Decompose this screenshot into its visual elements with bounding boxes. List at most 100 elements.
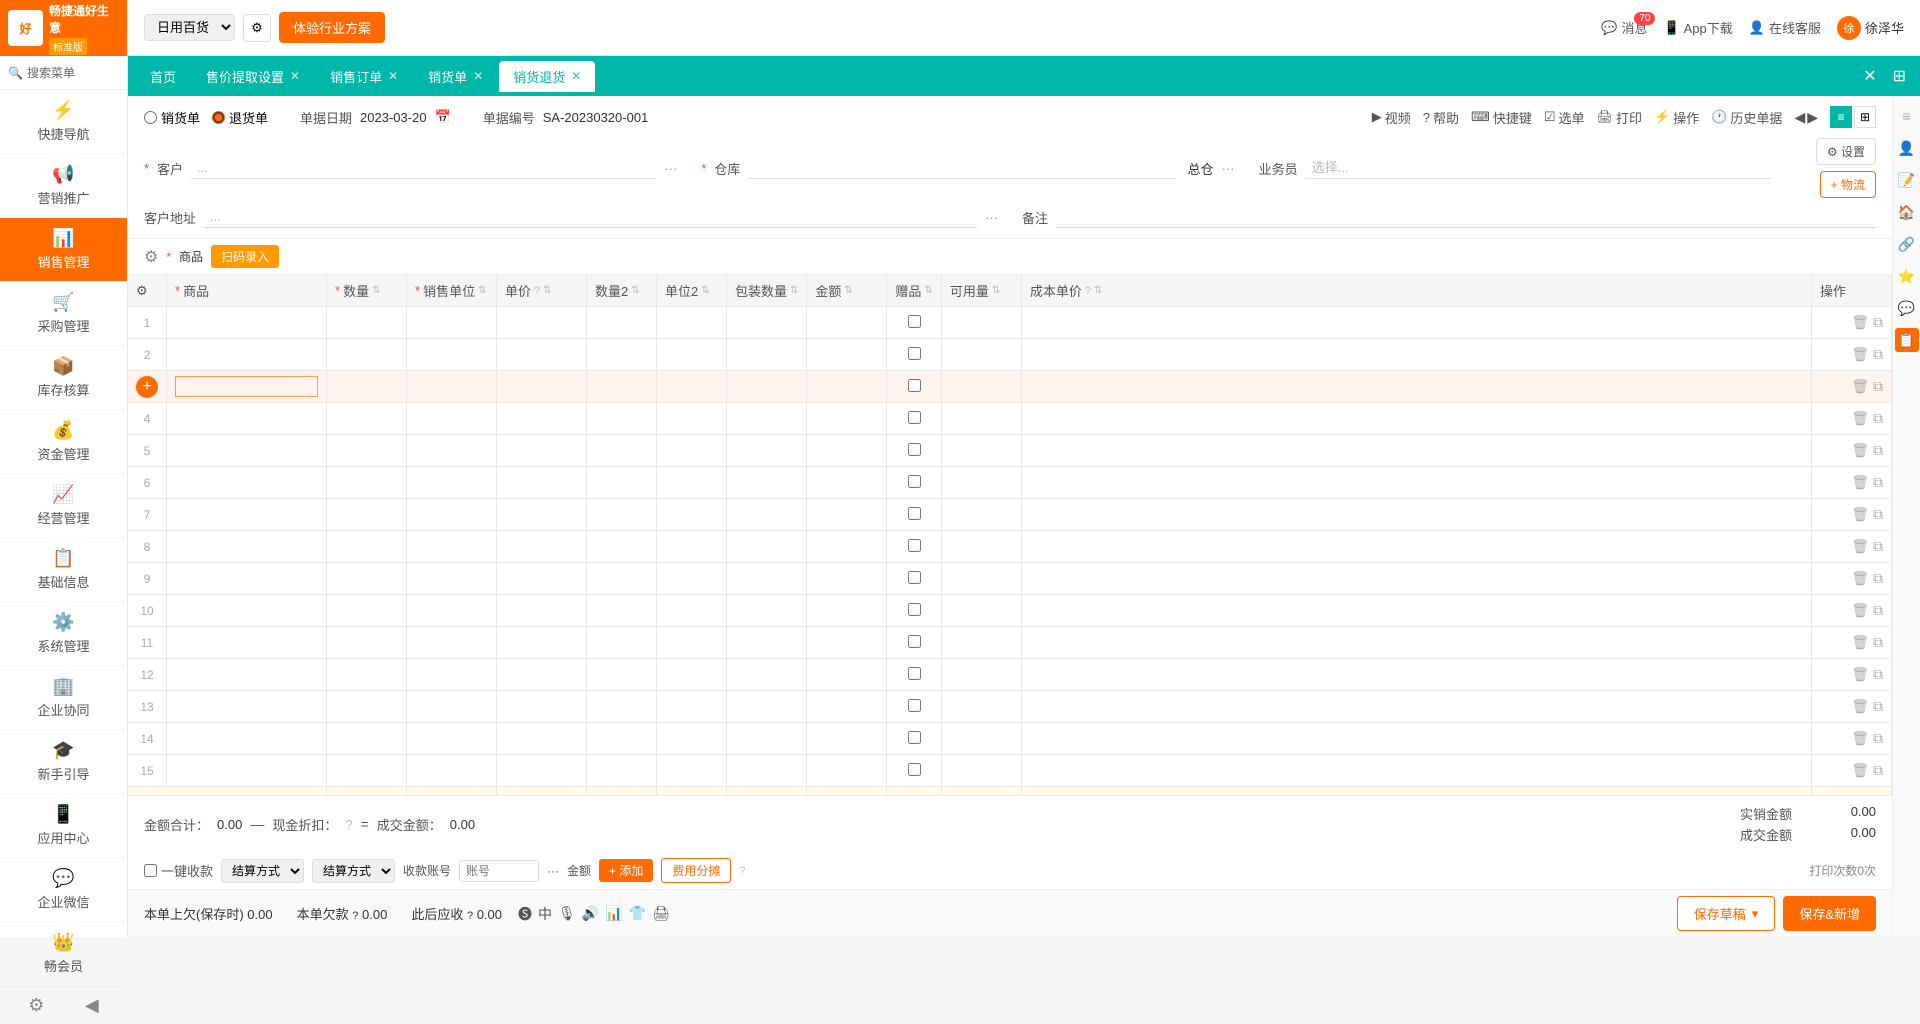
staff-input[interactable]: [1306, 157, 1771, 179]
account-input[interactable]: [459, 860, 539, 882]
right-icon-1[interactable]: ≡: [1895, 104, 1919, 128]
print-btn[interactable]: 🖨 打印: [1597, 108, 1643, 127]
right-icon-7[interactable]: 💬: [1895, 296, 1919, 320]
copy-row-btn[interactable]: ⧉: [1873, 538, 1883, 555]
address-input[interactable]: [204, 206, 977, 228]
tab-sales[interactable]: 销货单 ✕: [414, 61, 497, 92]
warehouse-picker[interactable]: ···: [1222, 161, 1235, 176]
tab-sales-return[interactable]: 销货退货 ✕: [499, 61, 595, 92]
prev-record[interactable]: ◀: [1794, 109, 1805, 126]
tab-home[interactable]: 首页: [136, 61, 190, 92]
customer-picker[interactable]: ···: [664, 161, 677, 176]
app-download-button[interactable]: 📱 App下载: [1663, 18, 1732, 37]
debt-help[interactable]: ?: [352, 910, 358, 922]
cash-discount-help[interactable]: ?: [345, 817, 352, 832]
view-grid[interactable]: ⊞: [1854, 106, 1876, 128]
tab-close-sales[interactable]: ✕: [473, 69, 483, 83]
copy-row-btn[interactable]: ⧉: [1873, 698, 1883, 715]
delete-row-btn[interactable]: 🗑: [1851, 346, 1869, 363]
tab-sales-order[interactable]: 销售订单 ✕: [316, 61, 412, 92]
message-button[interactable]: 💬 消息 70: [1601, 18, 1647, 37]
sidebar-item-inventory[interactable]: 📦 库存核算: [0, 346, 127, 410]
copy-row-btn[interactable]: ⧉: [1873, 410, 1883, 427]
sidebar-item-guide[interactable]: 🎓 新手引导: [0, 730, 127, 794]
copy-row-btn[interactable]: ⧉: [1873, 506, 1883, 523]
right-icon-4[interactable]: 🏠: [1895, 200, 1919, 224]
scan-input-button[interactable]: 扫码录入: [211, 245, 279, 268]
view-list[interactable]: ≡: [1830, 106, 1852, 128]
tab-close-return[interactable]: ✕: [571, 69, 581, 83]
delete-row-btn[interactable]: 🗑: [1851, 410, 1869, 427]
calendar-icon[interactable]: 📅: [435, 109, 451, 125]
sidebar-item-marketing[interactable]: 📢 营销推广: [0, 154, 127, 218]
delete-row-btn[interactable]: 🗑: [1851, 442, 1869, 459]
sidebar-item-app[interactable]: 📱 应用中心: [0, 794, 127, 858]
customer-input[interactable]: [191, 157, 656, 179]
online-service-button[interactable]: 👤 在线客服: [1749, 18, 1821, 37]
copy-row-btn[interactable]: ⧉: [1873, 666, 1883, 683]
summary-method-select[interactable]: 结算方式: [312, 859, 395, 883]
one-key-payment-checkbox[interactable]: 一键收款: [144, 861, 213, 880]
copy-row-btn[interactable]: ⧉: [1873, 442, 1883, 459]
right-icon-5[interactable]: 🔗: [1895, 232, 1919, 256]
sidebar-item-sales[interactable]: 📊 销售管理: [0, 218, 127, 282]
right-icon-6[interactable]: ⭐: [1895, 264, 1919, 288]
expand-tabs[interactable]: ⊞: [1887, 64, 1912, 88]
copy-row-btn[interactable]: ⧉: [1873, 570, 1883, 587]
column-settings-icon[interactable]: ⚙: [144, 247, 158, 267]
receivable-help[interactable]: ?: [467, 910, 473, 922]
delete-row-btn[interactable]: 🗑: [1851, 506, 1869, 523]
add-payment-button[interactable]: + 添加: [599, 859, 653, 882]
radio-sales[interactable]: 销货单: [144, 108, 200, 127]
tab-close-sales-order[interactable]: ✕: [388, 69, 398, 83]
shortcut-btn[interactable]: ⌨ 快捷键: [1471, 108, 1532, 127]
delete-row-btn[interactable]: 🗑: [1851, 666, 1869, 683]
right-icon-3[interactable]: 📝: [1895, 168, 1919, 192]
sidebar-search[interactable]: 🔍 搜索菜单: [0, 56, 127, 90]
close-all-tabs[interactable]: ✕: [1857, 64, 1882, 88]
user-avatar[interactable]: 徐 徐泽华: [1837, 16, 1904, 40]
trial-button[interactable]: 体验行业方案: [279, 12, 385, 43]
delete-row-btn[interactable]: 🗑: [1851, 570, 1869, 587]
tab-price-extract[interactable]: 售价提取设置 ✕: [192, 61, 314, 92]
logistics-button[interactable]: + 物流: [1820, 171, 1876, 198]
fee-split-button[interactable]: 费用分摊: [661, 858, 731, 883]
delete-row-btn[interactable]: 🗑: [1851, 538, 1869, 555]
sidebar-item-finance[interactable]: 💰 资金管理: [0, 410, 127, 474]
setting-button[interactable]: ⚙ 设置: [1816, 138, 1876, 165]
payment-method-select[interactable]: 结算方式: [221, 859, 304, 883]
delete-row-btn[interactable]: 🗑: [1851, 314, 1869, 331]
settings-icon[interactable]: ⚙: [28, 995, 44, 1016]
sidebar-item-shortcut[interactable]: ⚡ 快捷导航: [0, 90, 127, 154]
note-input[interactable]: [1056, 206, 1876, 228]
warehouse-input[interactable]: [748, 157, 1175, 179]
sidebar-item-wechat[interactable]: 💬 企业微信: [0, 858, 127, 922]
copy-row-btn[interactable]: ⧉: [1873, 474, 1883, 491]
copy-row-btn[interactable]: ⧉: [1873, 602, 1883, 619]
save-new-button[interactable]: 保存&新增: [1783, 896, 1876, 931]
copy-row-btn[interactable]: ⧉: [1873, 730, 1883, 747]
right-icon-8[interactable]: 📋: [1895, 328, 1919, 352]
delete-row-btn[interactable]: 🗑: [1851, 378, 1869, 395]
delete-row-btn[interactable]: 🗑: [1851, 730, 1869, 747]
operation-btn[interactable]: ⚡ 操作: [1654, 108, 1699, 127]
delete-row-btn[interactable]: 🗑: [1851, 762, 1869, 779]
delete-row-btn[interactable]: 🗑: [1851, 474, 1869, 491]
video-btn[interactable]: ▶ 视频: [1372, 108, 1411, 127]
help-btn[interactable]: ? 帮助: [1423, 108, 1459, 127]
copy-row-btn[interactable]: ⧉: [1873, 634, 1883, 651]
daily-select[interactable]: 日用百货: [144, 14, 235, 41]
sidebar-item-enterprise[interactable]: 🏢 企业协同: [0, 666, 127, 730]
address-picker[interactable]: ···: [985, 210, 998, 225]
collapse-icon[interactable]: ◀: [85, 995, 99, 1016]
sidebar-item-system[interactable]: ⚙️ 系统管理: [0, 602, 127, 666]
copy-row-btn[interactable]: ⧉: [1873, 314, 1883, 331]
right-icon-2[interactable]: 👤: [1895, 136, 1919, 160]
sidebar-item-member[interactable]: 👑 畅会员: [0, 922, 127, 986]
select-btn[interactable]: ☑ 选单: [1544, 108, 1585, 127]
fee-help-icon[interactable]: ?: [739, 865, 745, 877]
delete-row-btn[interactable]: 🗑: [1851, 698, 1869, 715]
gear-button[interactable]: ⚙: [243, 14, 271, 42]
sidebar-item-basic[interactable]: 📋 基础信息: [0, 538, 127, 602]
delete-row-btn[interactable]: 🗑: [1851, 634, 1869, 651]
